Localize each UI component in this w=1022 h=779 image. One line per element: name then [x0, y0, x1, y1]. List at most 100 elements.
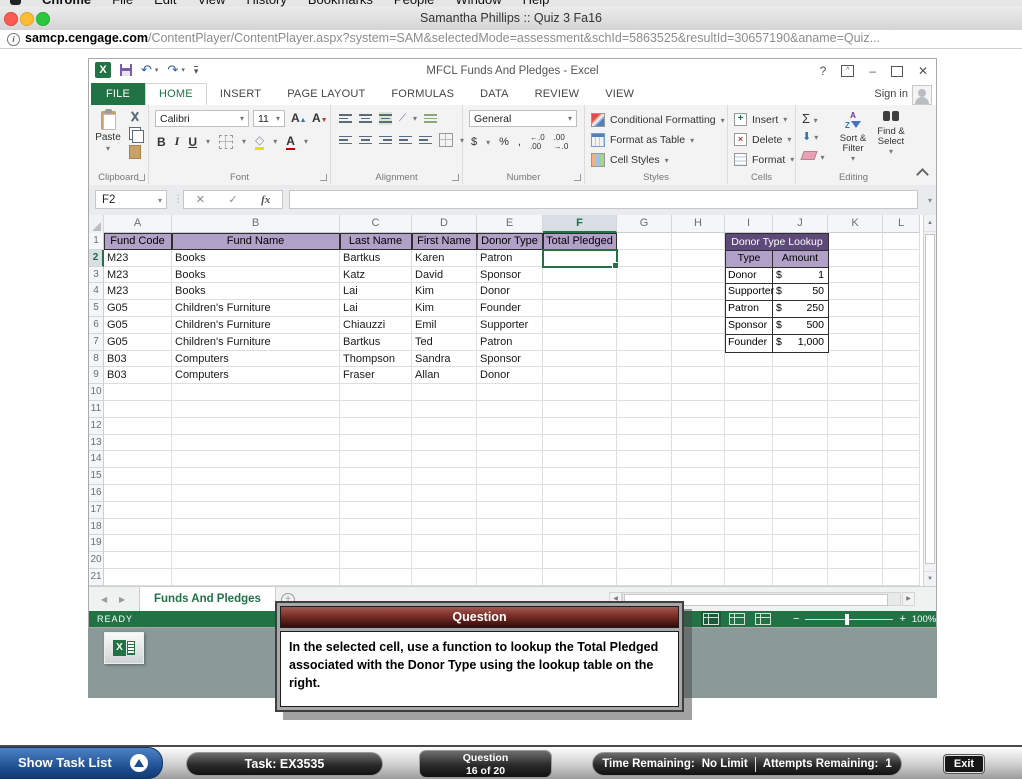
alignment-dialog-launcher-icon[interactable]: [452, 174, 459, 181]
cell-J13[interactable]: [773, 435, 828, 452]
cell-G16[interactable]: [617, 485, 672, 502]
cell-L9[interactable]: [883, 367, 920, 384]
cell-E11[interactable]: [477, 401, 543, 418]
cell-D6[interactable]: Emil: [412, 317, 477, 334]
cell-H10[interactable]: [672, 384, 725, 401]
cell-L14[interactable]: [883, 451, 920, 468]
ribbon-tab-home[interactable]: HOME: [145, 83, 207, 105]
percent-style-icon[interactable]: %: [499, 136, 509, 148]
cell-E9[interactable]: Donor: [477, 367, 543, 384]
cell-B16[interactable]: [172, 485, 340, 502]
cell-K2[interactable]: [828, 250, 883, 267]
row-header-20[interactable]: 20: [89, 552, 104, 569]
exit-button[interactable]: Exit: [944, 755, 984, 773]
shrink-font-button[interactable]: A▼: [312, 111, 328, 125]
cell-L21[interactable]: [883, 569, 920, 586]
row-header-14[interactable]: 14: [89, 451, 104, 468]
cell-K15[interactable]: [828, 468, 883, 485]
cell-I15[interactable]: [725, 468, 773, 485]
cell-E10[interactable]: [477, 384, 543, 401]
cell-G19[interactable]: [617, 535, 672, 552]
cell-D15[interactable]: [412, 468, 477, 485]
column-header-B[interactable]: B: [172, 215, 340, 233]
cell-L4[interactable]: [883, 283, 920, 300]
cell-B18[interactable]: [172, 519, 340, 536]
cell-B19[interactable]: [172, 535, 340, 552]
row-header-11[interactable]: 11: [89, 401, 104, 418]
cell-C18[interactable]: [340, 519, 412, 536]
sort-filter-button[interactable]: AZ Sort & Filter▾: [834, 111, 872, 164]
ribbon-tab-page-layout[interactable]: PAGE LAYOUT: [274, 83, 378, 105]
number-format-select[interactable]: General▾: [469, 110, 577, 127]
cell-K12[interactable]: [828, 418, 883, 435]
column-header-H[interactable]: H: [672, 215, 725, 233]
column-header-I[interactable]: I: [725, 215, 773, 233]
cell-K14[interactable]: [828, 451, 883, 468]
cell-E12[interactable]: [477, 418, 543, 435]
cell-K11[interactable]: [828, 401, 883, 418]
menu-window[interactable]: Window: [455, 0, 501, 7]
ribbon-tab-view[interactable]: VIEW: [592, 83, 647, 105]
cell-A9[interactable]: B03: [104, 367, 172, 384]
cell-C16[interactable]: [340, 485, 412, 502]
clipboard-dialog-launcher-icon[interactable]: [138, 174, 145, 181]
column-header-F[interactable]: F: [543, 215, 617, 233]
cell-L8[interactable]: [883, 351, 920, 368]
cell-L15[interactable]: [883, 468, 920, 485]
cell-C9[interactable]: Fraser: [340, 367, 412, 384]
cell-G18[interactable]: [617, 519, 672, 536]
cell-A2[interactable]: M23: [104, 250, 172, 267]
format-as-table-button[interactable]: Format as Table▾: [591, 133, 694, 147]
column-header-G[interactable]: G: [617, 215, 672, 233]
cell-C10[interactable]: [340, 384, 412, 401]
scroll-down-icon[interactable]: ▼: [924, 571, 936, 586]
cell-K13[interactable]: [828, 435, 883, 452]
cell-B11[interactable]: [172, 401, 340, 418]
cell-D7[interactable]: Ted: [412, 334, 477, 351]
top-align-icon[interactable]: [339, 112, 352, 125]
cell-F18[interactable]: [543, 519, 617, 536]
cell-J14[interactable]: [773, 451, 828, 468]
cell-B8[interactable]: Computers: [172, 351, 340, 368]
menu-view[interactable]: View: [197, 0, 225, 7]
cell-B10[interactable]: [172, 384, 340, 401]
show-task-list-button[interactable]: Show Task List: [0, 747, 163, 779]
cell-J10[interactable]: [773, 384, 828, 401]
grow-font-button[interactable]: A▲: [291, 111, 307, 125]
cell-D2[interactable]: Karen: [412, 250, 477, 267]
cell-I10[interactable]: [725, 384, 773, 401]
cut-icon[interactable]: [129, 111, 140, 122]
cell-G8[interactable]: [617, 351, 672, 368]
cell-C3[interactable]: Katz: [340, 267, 412, 284]
row-header-2[interactable]: 2: [89, 250, 104, 267]
cell-G20[interactable]: [617, 552, 672, 569]
ribbon-tab-file[interactable]: FILE: [91, 83, 145, 105]
cell-D8[interactable]: Sandra: [412, 351, 477, 368]
cell-H11[interactable]: [672, 401, 725, 418]
cell-I13[interactable]: [725, 435, 773, 452]
cell-B1[interactable]: Fund Name: [172, 233, 340, 250]
cell-K21[interactable]: [828, 569, 883, 586]
decrease-decimal-icon[interactable]: .00→.0: [554, 133, 569, 151]
cell-C1[interactable]: Last Name: [340, 233, 412, 250]
cell-A19[interactable]: [104, 535, 172, 552]
cell-J21[interactable]: [773, 569, 828, 586]
column-header-A[interactable]: A: [104, 215, 172, 233]
collapse-ribbon-icon[interactable]: [916, 168, 929, 181]
cell-G14[interactable]: [617, 451, 672, 468]
menu-help[interactable]: Help: [523, 0, 550, 7]
cell-G13[interactable]: [617, 435, 672, 452]
cell-E13[interactable]: [477, 435, 543, 452]
borders-dropdown-icon[interactable]: ▾: [242, 137, 246, 146]
lookup-row-donor[interactable]: Donor$1: [726, 268, 828, 285]
cell-H7[interactable]: [672, 334, 725, 351]
cell-E21[interactable]: [477, 569, 543, 586]
cell-D11[interactable]: [412, 401, 477, 418]
cell-G9[interactable]: [617, 367, 672, 384]
page-layout-view-icon[interactable]: [729, 613, 745, 625]
cell-E15[interactable]: [477, 468, 543, 485]
cell-L11[interactable]: [883, 401, 920, 418]
cell-E20[interactable]: [477, 552, 543, 569]
clear-button[interactable]: ▾: [802, 147, 824, 165]
cell-G6[interactable]: [617, 317, 672, 334]
